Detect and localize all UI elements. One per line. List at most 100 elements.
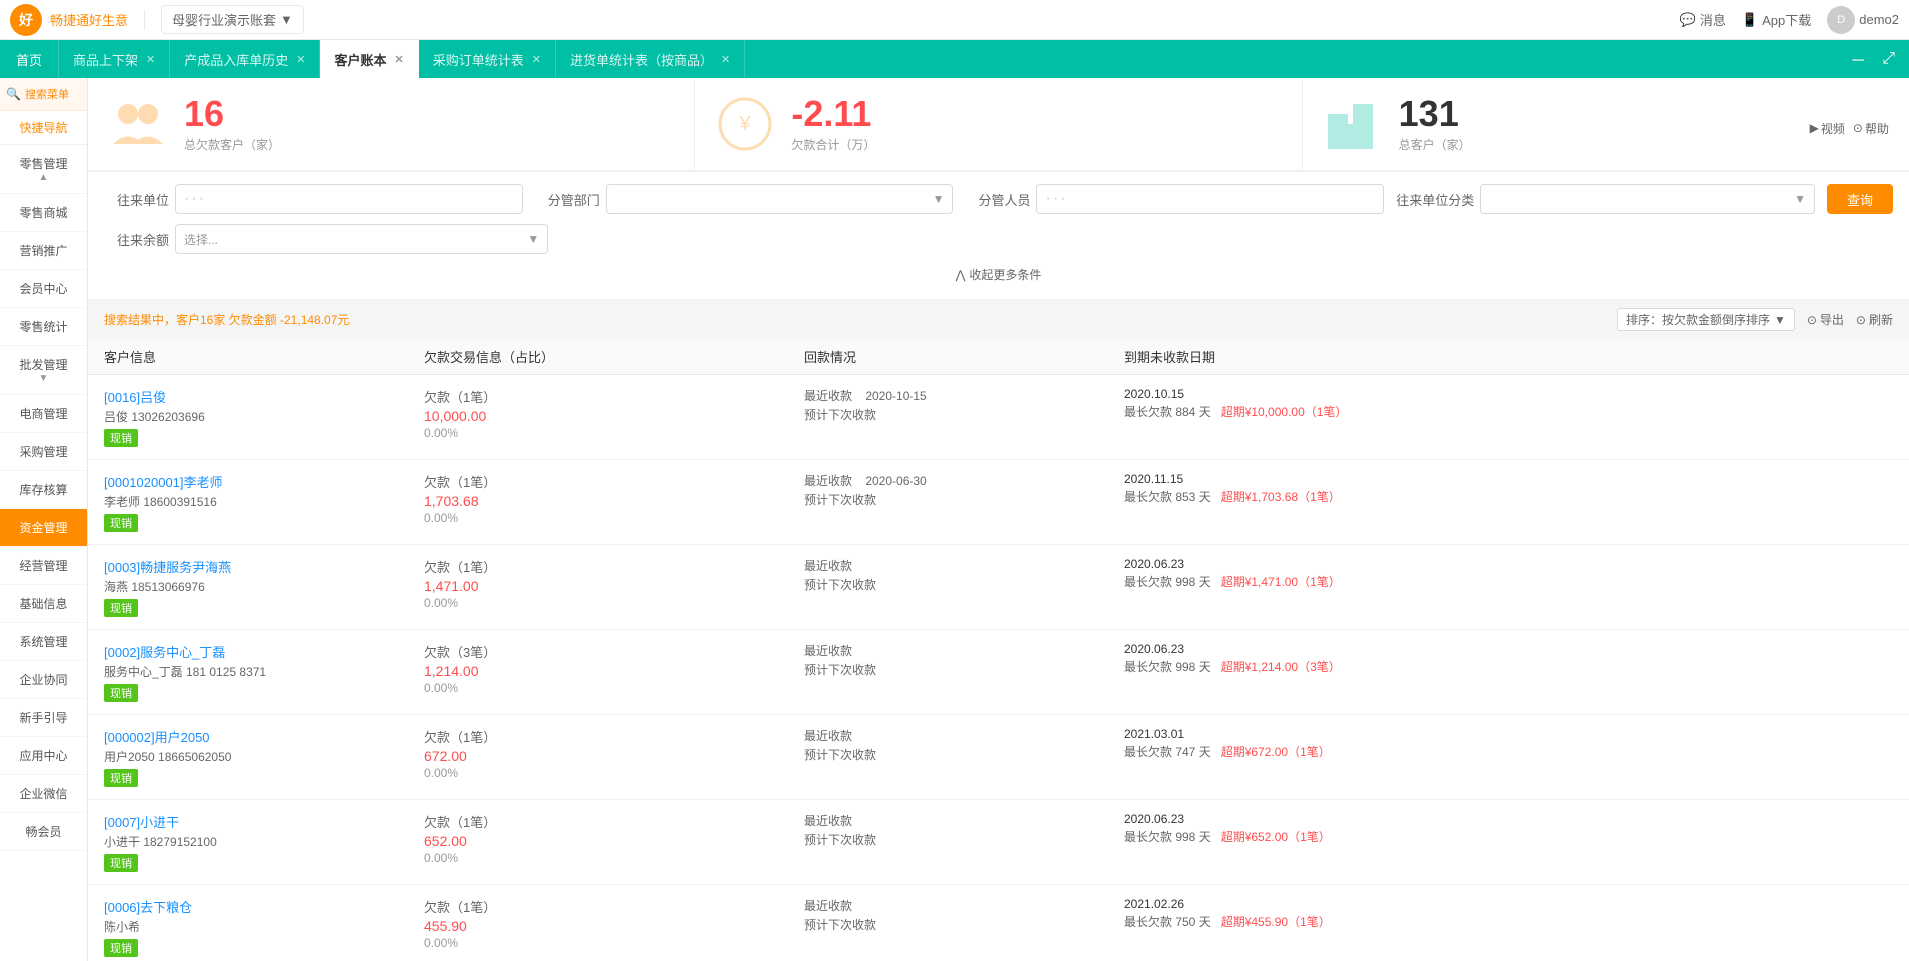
sidebar-item-apps[interactable]: 应用中心: [0, 737, 87, 775]
customer-tag-1: 现销: [104, 514, 138, 532]
tab-close-purchase[interactable]: ✕: [532, 53, 541, 66]
due-date-5: 2020.06.23: [1124, 812, 1893, 826]
debt-amount-1[interactable]: 1,703.68: [424, 493, 804, 509]
tab-close-goods-stats[interactable]: ✕: [721, 53, 730, 66]
message-icon: 💬: [1680, 12, 1696, 28]
sidebar-item-inventory[interactable]: 库存核算: [0, 471, 87, 509]
sidebar-item-finance[interactable]: 资金管理: [0, 509, 87, 547]
sidebar-item-marketing[interactable]: 营销推广: [0, 232, 87, 270]
total-customers-content: 131 总客户（家）: [1399, 96, 1471, 153]
export-btn[interactable]: ⊙ 导出: [1807, 311, 1844, 328]
sidebar-item-label: 企业微信: [6, 785, 81, 802]
last-payment-label-1: 最近收款 2020-06-30: [804, 472, 1124, 489]
sidebar-item-guide[interactable]: 新手引导: [0, 699, 87, 737]
sidebar-item-member[interactable]: 会员中心: [0, 270, 87, 308]
message-btn[interactable]: 💬 消息: [1680, 10, 1726, 29]
tab-close-stock[interactable]: ✕: [296, 53, 305, 66]
debt-pct-2: 0.00%: [424, 596, 804, 610]
category-select[interactable]: ▼: [1480, 184, 1815, 214]
sidebar-item-label: 零售统计: [6, 318, 81, 335]
overdue-info-0: 2020.10.15 最长欠款 884 天 超期¥10,000.00（1笔）: [1124, 387, 1893, 420]
sidebar-item-basic-info[interactable]: 基础信息: [0, 585, 87, 623]
help-btn[interactable]: ⊙ 帮助: [1853, 120, 1889, 137]
customer-name-1: 李老师 18600391516: [104, 493, 424, 510]
person-input[interactable]: ···: [1036, 184, 1384, 214]
video-btn[interactable]: ▶ 视频: [1810, 120, 1845, 137]
tab-home[interactable]: 首页: [0, 40, 59, 78]
logo-area: 好 畅捷通好生意 母婴行业演示账套 ▼: [10, 4, 304, 36]
overdue-link-5[interactable]: 超期¥652.00（1笔）: [1221, 830, 1331, 844]
customer-id-1[interactable]: [0001020001]李老师: [104, 472, 424, 491]
store-selector[interactable]: 母婴行业演示账套 ▼: [161, 5, 304, 34]
debt-amount-0[interactable]: 10,000.00: [424, 408, 804, 424]
sidebar-quick-nav[interactable]: 快捷导航: [0, 111, 87, 145]
sort-selector[interactable]: 排序：按欠款金额倒序排序 ▼: [1617, 308, 1795, 331]
tab-customer-account[interactable]: 客户账本 ✕: [320, 40, 418, 78]
minimize-btn[interactable]: －: [1844, 45, 1872, 73]
customer-id-5[interactable]: [0007]小进干: [104, 812, 424, 831]
dept-select[interactable]: ▼: [606, 184, 954, 214]
next-payment-1: 预计下次收款: [804, 491, 1124, 508]
customer-id-3[interactable]: [0002]服务中心_丁磊: [104, 642, 424, 661]
debt-amount-2[interactable]: 1,471.00: [424, 578, 804, 594]
overdue-link-1[interactable]: 超期¥1,703.68（1笔）: [1221, 490, 1341, 504]
filter-balance: 往来余额 选择... ▼: [104, 224, 548, 254]
sidebar-item-wholesale-mgmt[interactable]: 批发管理 ▼: [0, 346, 87, 395]
sidebar-search[interactable]: 🔍 搜索菜单: [0, 78, 87, 111]
debt-count-0: 欠款（1笔）: [424, 387, 804, 406]
overdue-link-6[interactable]: 超期¥455.90（1笔）: [1221, 915, 1331, 929]
table-row: [0003]畅捷服务尹海燕 海燕 18513066976 现销 欠款（1笔） 1…: [88, 545, 1909, 630]
debt-count-6: 欠款（1笔）: [424, 897, 804, 916]
sidebar-item-business[interactable]: 经营管理: [0, 547, 87, 585]
app-download-btn[interactable]: 📱 App下载: [1742, 10, 1811, 29]
next-payment-5: 预计下次收款: [804, 831, 1124, 848]
sidebar-item-ecommerce[interactable]: 电商管理: [0, 395, 87, 433]
export-icon: ⊙: [1807, 313, 1817, 327]
customer-id-2[interactable]: [0003]畅捷服务尹海燕: [104, 557, 424, 576]
customer-id-4[interactable]: [000002]用户2050: [104, 727, 424, 746]
debt-info-0: 欠款（1笔） 10,000.00 0.00%: [424, 387, 804, 440]
overdue-link-0[interactable]: 超期¥10,000.00（1笔）: [1221, 405, 1348, 419]
overdue-link-3[interactable]: 超期¥1,214.00（3笔）: [1221, 660, 1341, 674]
store-name: 母婴行业演示账套: [172, 10, 276, 29]
total-customers-icon: [1323, 94, 1383, 154]
tab-close-account[interactable]: ✕: [395, 53, 404, 66]
collapse-filter-btn[interactable]: ⋀ 收起更多条件: [104, 262, 1893, 287]
sidebar-item-collab[interactable]: 企业协同: [0, 661, 87, 699]
sidebar-item-wechat[interactable]: 企业微信: [0, 775, 87, 813]
source-unit-input[interactable]: ···: [175, 184, 523, 214]
overdue-link-4[interactable]: 超期¥672.00（1笔）: [1221, 745, 1331, 759]
debt-amount-6[interactable]: 455.90: [424, 918, 804, 934]
tab-goods-stats[interactable]: 进货单统计表（按商品） ✕: [556, 40, 745, 78]
sidebar-item-retail-mall[interactable]: 零售商城: [0, 194, 87, 232]
debt-amount-4[interactable]: 672.00: [424, 748, 804, 764]
debt-amount-5[interactable]: 652.00: [424, 833, 804, 849]
customer-id-0[interactable]: [0016]吕俊: [104, 387, 424, 406]
results-summary: 搜索结果中，客户16家 欠款金额 -21,148.07元: [104, 311, 349, 328]
debt-amount-3[interactable]: 1,214.00: [424, 663, 804, 679]
store-arrow: ▼: [280, 12, 293, 27]
sidebar-item-vip[interactable]: 畅会员: [0, 813, 87, 851]
customer-id-6[interactable]: [0006]去下粮仓: [104, 897, 424, 916]
debt-count-3: 欠款（3笔）: [424, 642, 804, 661]
tab-purchase-stats[interactable]: 采购订单统计表 ✕: [419, 40, 556, 78]
sidebar-item-system[interactable]: 系统管理: [0, 623, 87, 661]
user-avatar[interactable]: D demo2: [1827, 6, 1899, 34]
col-header-overdue: 到期未收款日期: [1124, 347, 1893, 366]
tab-stock-history[interactable]: 产成品入库单历史 ✕: [170, 40, 320, 78]
sidebar-item-purchase[interactable]: 采购管理: [0, 433, 87, 471]
tab-goods-listing[interactable]: 商品上下架 ✕: [59, 40, 170, 78]
sidebar-item-retail-stats[interactable]: 零售统计: [0, 308, 87, 346]
sidebar-item-label: 库存核算: [6, 481, 81, 498]
overdue-link-2[interactable]: 超期¥1,471.00（1笔）: [1221, 575, 1341, 589]
filter-source-unit: 往来单位 ···: [104, 184, 523, 214]
due-date-2: 2020.06.23: [1124, 557, 1893, 571]
balance-select[interactable]: 选择... ▼: [175, 224, 548, 254]
sidebar-arrow-wholesale: ▼: [6, 373, 81, 384]
query-button[interactable]: 查询: [1827, 184, 1893, 214]
tab-close-goods[interactable]: ✕: [146, 53, 155, 66]
sidebar-item-retail-mgmt[interactable]: 零售管理 ▲: [0, 145, 87, 194]
maximize-btn[interactable]: ⤢: [1876, 48, 1901, 70]
next-payment-0: 预计下次收款: [804, 406, 1124, 423]
refresh-btn[interactable]: ⊙ 刷新: [1856, 311, 1893, 328]
